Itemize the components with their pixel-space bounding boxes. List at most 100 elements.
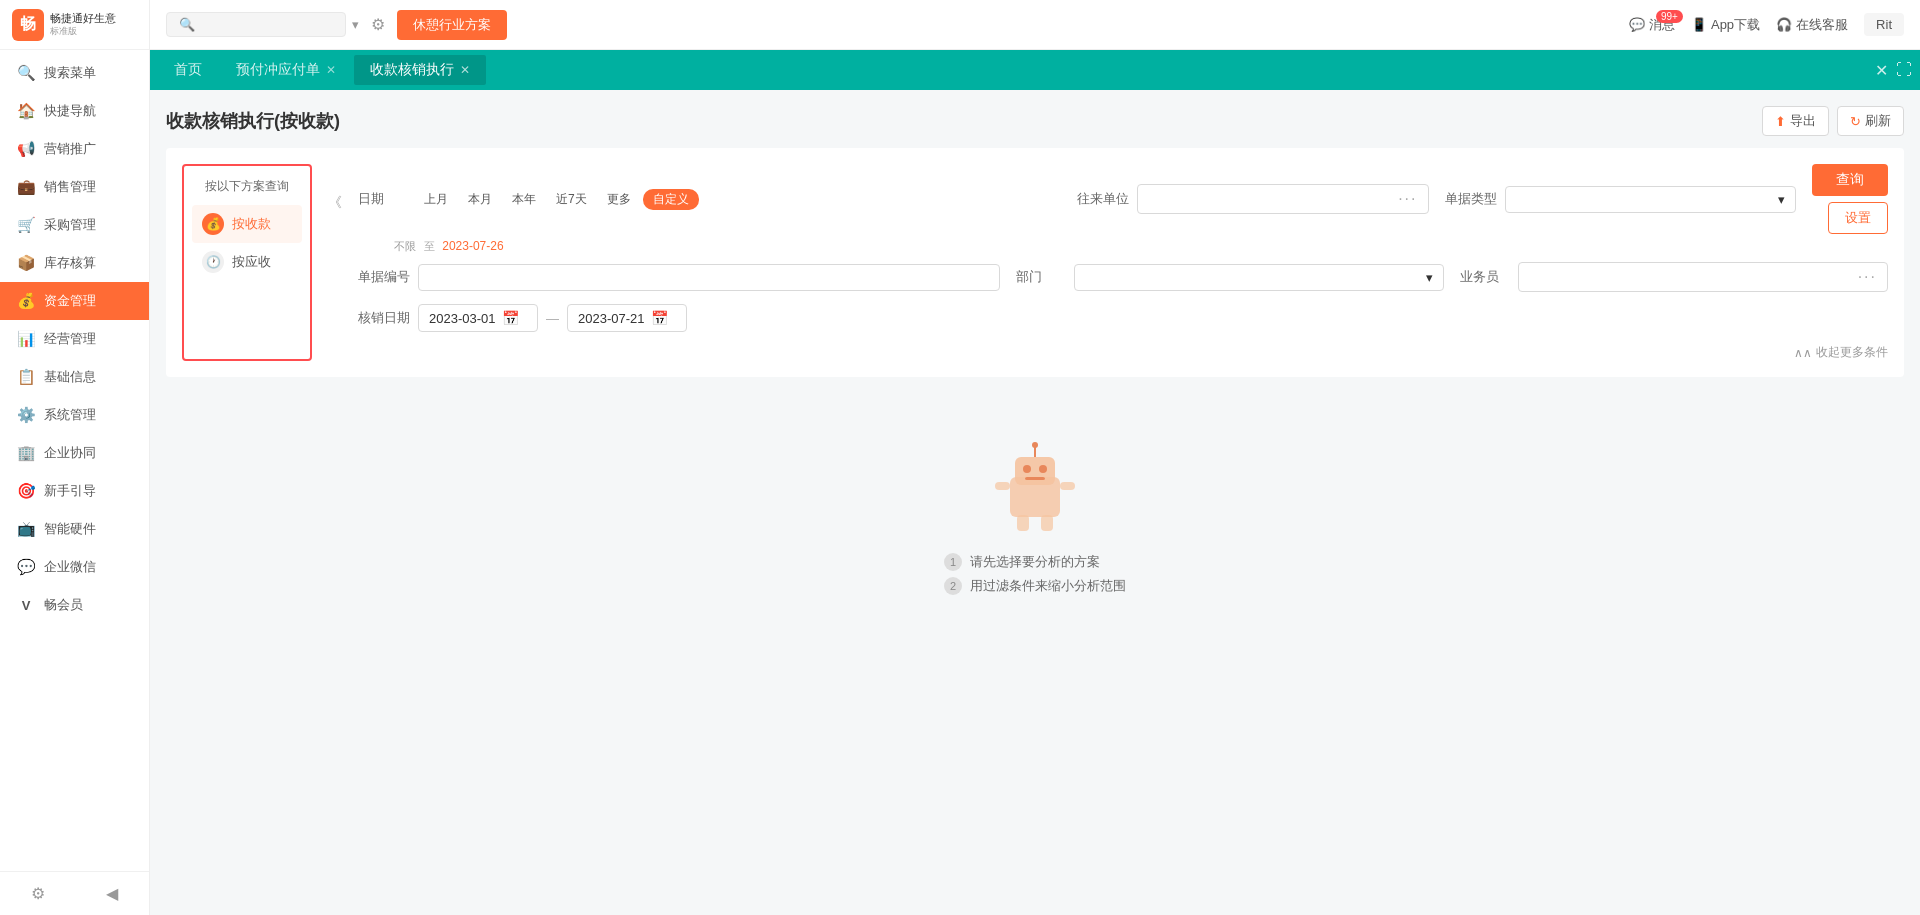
sidebar-item-quicknav[interactable]: 🏠 快捷导航 bbox=[0, 92, 149, 130]
date-btn-custom[interactable]: 自定义 bbox=[643, 189, 699, 210]
solution-button[interactable]: 休憩行业方案 bbox=[397, 10, 507, 40]
doctype-select[interactable]: ▾ bbox=[1505, 186, 1797, 213]
sidebar-item-label: 企业微信 bbox=[44, 558, 133, 576]
sidebar-item-search[interactable]: 🔍 搜索菜单 bbox=[0, 54, 149, 92]
sidebar-item-operation[interactable]: 📊 经营管理 bbox=[0, 320, 149, 358]
date-quick-buttons: 上月 本月 本年 近7天 更多 自定义 bbox=[416, 189, 699, 210]
dept-label: 部门 bbox=[1016, 268, 1066, 286]
tab-prepay[interactable]: 预付冲应付单 ✕ bbox=[220, 55, 352, 85]
tab-prepay-close-icon[interactable]: ✕ bbox=[326, 63, 336, 77]
filter-collapse-button[interactable]: 《 bbox=[324, 194, 346, 212]
staff-select[interactable]: ··· bbox=[1518, 262, 1888, 292]
partner-select[interactable]: ··· bbox=[1137, 184, 1429, 214]
filter-option-by-receipt[interactable]: 💰 按收款 bbox=[192, 205, 302, 243]
close-tab-icon[interactable]: ✕ bbox=[1875, 61, 1888, 80]
tab-receivable-close-icon[interactable]: ✕ bbox=[460, 63, 470, 77]
nav-tabs-right: ✕ ⛶ bbox=[1875, 61, 1912, 80]
date-btn-more[interactable]: 更多 bbox=[599, 189, 639, 210]
topbar-right: 💬 消息 99+ 📱 App下载 🎧 在线客服 Rit bbox=[1629, 13, 1904, 36]
refresh-button[interactable]: ↻ 刷新 bbox=[1837, 106, 1904, 136]
collapse-sidebar-button[interactable]: ◀ bbox=[102, 880, 122, 907]
sidebar-item-guide[interactable]: 🎯 新手引导 bbox=[0, 472, 149, 510]
sidebar-item-basic[interactable]: 📋 基础信息 bbox=[0, 358, 149, 396]
sidebar-item-label: 企业协同 bbox=[44, 444, 133, 462]
docno-label: 单据编号 bbox=[358, 268, 410, 286]
app-logo: 畅 畅捷通好生意 标准版 bbox=[0, 0, 149, 50]
megaphone-icon: 📢 bbox=[16, 140, 36, 158]
sidebar-item-system[interactable]: ⚙️ 系统管理 bbox=[0, 396, 149, 434]
page-actions: ⬆ 导出 ↻ 刷新 bbox=[1762, 106, 1904, 136]
box-icon: 📦 bbox=[16, 254, 36, 272]
user-account-button[interactable]: Rit bbox=[1864, 13, 1904, 36]
export-label: 导出 bbox=[1790, 112, 1816, 130]
query-button[interactable]: 查询 bbox=[1812, 164, 1888, 196]
sidebar-item-enterprise[interactable]: 🏢 企业协同 bbox=[0, 434, 149, 472]
docno-input[interactable] bbox=[418, 264, 1000, 291]
sidebar-item-sales[interactable]: 💼 销售管理 bbox=[0, 168, 149, 206]
nav-tabs-bar: 首页 预付冲应付单 ✕ 收款核销执行 ✕ ✕ ⛶ bbox=[150, 50, 1920, 90]
filter-option-by-receivable[interactable]: 🕐 按应收 bbox=[192, 243, 302, 281]
sidebar-item-marketing[interactable]: 📢 营销推广 bbox=[0, 130, 149, 168]
chevron-up-icon: ∧∧ bbox=[1794, 346, 1812, 360]
sidebar-item-member[interactable]: V 畅会员 bbox=[0, 586, 149, 624]
refresh-label: 刷新 bbox=[1865, 112, 1891, 130]
online-service-button[interactable]: 🎧 在线客服 bbox=[1776, 16, 1848, 34]
staff-select-icon: ··· bbox=[1858, 268, 1877, 286]
sidebar-item-label: 新手引导 bbox=[44, 482, 133, 500]
message-button[interactable]: 💬 消息 99+ bbox=[1629, 16, 1675, 34]
top-search-box[interactable]: 🔍 bbox=[166, 12, 346, 37]
collapse-more-label: 收起更多条件 bbox=[1816, 344, 1888, 361]
sidebar-item-label: 资金管理 bbox=[44, 292, 133, 310]
page-header: 收款核销执行(按收款) ⬆ 导出 ↻ 刷新 bbox=[166, 106, 1904, 136]
svg-point-2 bbox=[1023, 465, 1031, 473]
date-btn-this-year[interactable]: 本年 bbox=[504, 189, 544, 210]
sidebar-item-purchase[interactable]: 🛒 采购管理 bbox=[0, 206, 149, 244]
empty-state: 1 请先选择要分析的方案 2 用过滤条件来缩小分析范围 bbox=[166, 377, 1904, 661]
dept-dropdown-icon: ▾ bbox=[1426, 270, 1433, 285]
robot-svg bbox=[975, 437, 1095, 537]
verify-date-end-input[interactable]: 2023-07-21 📅 bbox=[567, 304, 687, 332]
sidebar-item-wechat[interactable]: 💬 企业微信 bbox=[0, 548, 149, 586]
target-icon: 🎯 bbox=[16, 482, 36, 500]
vip-icon: V bbox=[16, 598, 36, 613]
empty-hint-2: 2 用过滤条件来缩小分析范围 bbox=[944, 577, 1126, 595]
partner-label: 往来单位 bbox=[1077, 190, 1129, 208]
verify-date-range: 2023-03-01 📅 — 2023-07-21 📅 bbox=[418, 304, 687, 332]
tab-home[interactable]: 首页 bbox=[158, 55, 218, 85]
date-btn-this-month[interactable]: 本月 bbox=[460, 189, 500, 210]
export-button[interactable]: ⬆ 导出 bbox=[1762, 106, 1829, 136]
chart-icon: 📊 bbox=[16, 330, 36, 348]
topbar-dropdown-icon[interactable]: ▾ bbox=[352, 17, 359, 32]
home-icon: 🏠 bbox=[16, 102, 36, 120]
svg-rect-1 bbox=[1015, 457, 1055, 485]
verify-date-start-input[interactable]: 2023-03-01 📅 bbox=[418, 304, 538, 332]
sidebar: 畅 畅捷通好生意 标准版 🔍 搜索菜单 🏠 快捷导航 📢 营销推广 💼 销售管理… bbox=[0, 0, 150, 915]
query-settings-block: 查询 设置 bbox=[1812, 164, 1888, 234]
topbar-gear-icon[interactable]: ⚙ bbox=[371, 15, 385, 34]
dept-select[interactable]: ▾ bbox=[1074, 264, 1444, 291]
tab-receivable[interactable]: 收款核销执行 ✕ bbox=[354, 55, 486, 85]
filter-option-receivable-label: 按应收 bbox=[232, 253, 271, 271]
sidebar-item-finance[interactable]: 💰 资金管理 bbox=[0, 282, 149, 320]
hint-2-text: 用过滤条件来缩小分析范围 bbox=[970, 577, 1126, 595]
app-download-label: App下载 bbox=[1711, 16, 1760, 34]
empty-hint-1: 1 请先选择要分析的方案 bbox=[944, 553, 1126, 571]
date-btn-last-month[interactable]: 上月 bbox=[416, 189, 456, 210]
tab-receivable-label: 收款核销执行 bbox=[370, 61, 454, 79]
date-btn-7days[interactable]: 近7天 bbox=[548, 189, 595, 210]
page-title: 收款核销执行(按收款) bbox=[166, 109, 340, 133]
staff-label: 业务员 bbox=[1460, 268, 1510, 286]
settings-gear-button[interactable]: ⚙ bbox=[27, 880, 49, 907]
phone-icon: 📱 bbox=[1691, 17, 1707, 32]
sidebar-item-label: 营销推广 bbox=[44, 140, 133, 158]
date-to-text: 至 bbox=[424, 240, 435, 252]
page-content: 收款核销执行(按收款) ⬆ 导出 ↻ 刷新 按以下方案查询 💰 按收款 bbox=[150, 90, 1920, 915]
sidebar-item-inventory[interactable]: 📦 库存核算 bbox=[0, 244, 149, 282]
list-icon: 📋 bbox=[16, 368, 36, 386]
receipt-icon: 💰 bbox=[202, 213, 224, 235]
collapse-more-button[interactable]: ∧∧ 收起更多条件 bbox=[1794, 344, 1888, 361]
app-download-button[interactable]: 📱 App下载 bbox=[1691, 16, 1760, 34]
expand-tab-icon[interactable]: ⛶ bbox=[1896, 61, 1912, 80]
sidebar-item-hardware[interactable]: 📺 智能硬件 bbox=[0, 510, 149, 548]
settings-button[interactable]: 设置 bbox=[1828, 202, 1888, 234]
